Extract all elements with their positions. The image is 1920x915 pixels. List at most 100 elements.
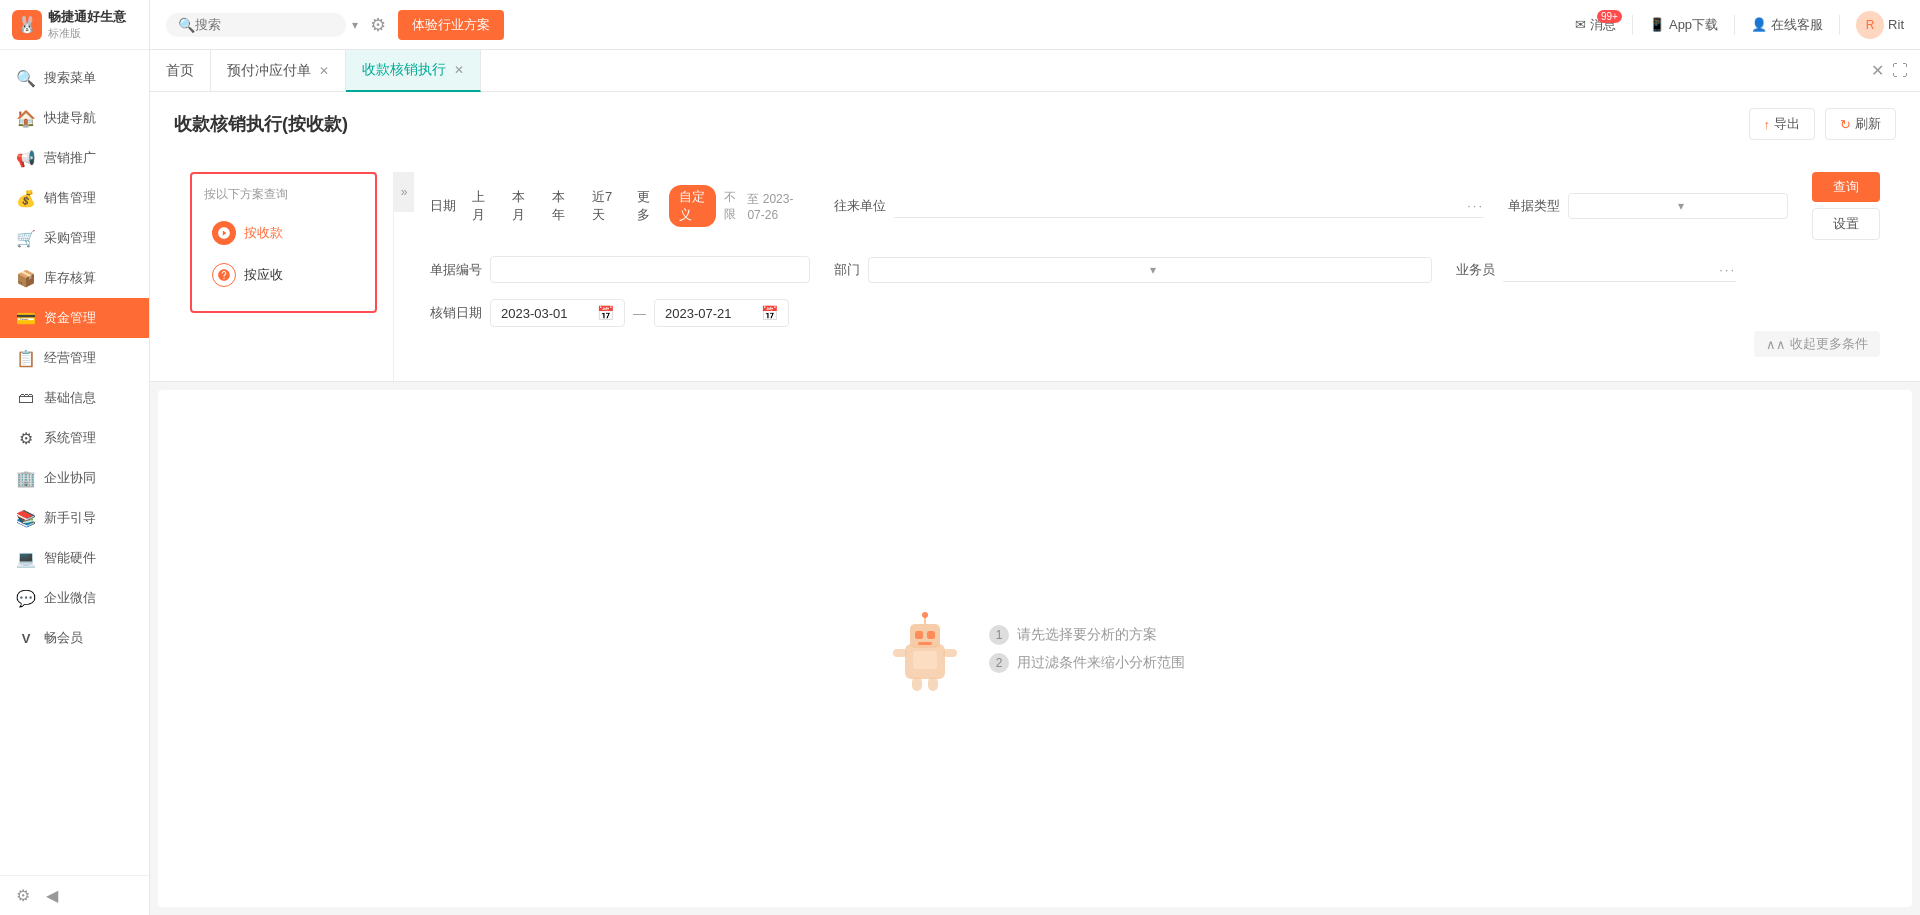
solution-button[interactable]: 体验行业方案: [398, 10, 504, 40]
calendar-end-icon[interactable]: 📅: [761, 305, 778, 321]
inventory-icon: 📦: [16, 268, 36, 288]
divider-3: [1839, 15, 1840, 35]
sidebar-item-purchase[interactable]: 🛒 采购管理: [0, 218, 149, 258]
offset-date-start-input[interactable]: [501, 306, 591, 321]
sidebar-item-system[interactable]: ⚙ 系统管理: [0, 418, 149, 458]
online-service-button[interactable]: 👤 在线客服: [1751, 16, 1823, 34]
app-download-button[interactable]: 📱 App下载: [1649, 16, 1718, 34]
date-range-text: 不限 至 2023-07-26: [724, 189, 810, 223]
staff-label: 业务员: [1456, 261, 1495, 279]
sidebar-item-search-menu[interactable]: 🔍 搜索菜单: [0, 58, 149, 98]
collapse-sidebar-icon[interactable]: ◀: [46, 886, 58, 905]
collapse-more-button[interactable]: ∧∧ 收起更多条件: [1754, 331, 1880, 357]
sidebar-item-sales[interactable]: 💰 销售管理: [0, 178, 149, 218]
sidebar-item-basic-info[interactable]: 🗃 基础信息: [0, 378, 149, 418]
sidebar-item-inventory[interactable]: 📦 库存核算: [0, 258, 149, 298]
hardware-icon: 💻: [16, 548, 36, 568]
sidebar-item-guide[interactable]: 📚 新手引导: [0, 498, 149, 538]
doc-type-field: 单据类型 ▾: [1508, 193, 1788, 219]
gear-icon[interactable]: ⚙: [370, 14, 386, 36]
search-input[interactable]: [195, 17, 315, 32]
sidebar-label-enterprise: 企业协同: [44, 469, 96, 487]
member-icon: V: [16, 628, 36, 648]
query-sidebar: 按以下方案查询 按收款 按应收: [174, 172, 394, 381]
doc-type-select[interactable]: ▾: [1568, 193, 1788, 219]
sidebar-label-wechat: 企业微信: [44, 589, 96, 607]
query-action-btns: 查询 设置: [1812, 172, 1880, 240]
header-search-box[interactable]: 🔍: [166, 13, 346, 37]
sidebar-item-wechat[interactable]: 💬 企业微信: [0, 578, 149, 618]
close-tab-icon[interactable]: ✕: [1871, 61, 1884, 80]
offset-date-label: 核销日期: [430, 304, 482, 322]
doc-type-arrow-icon: ▾: [1678, 199, 1777, 213]
dept-select[interactable]: ▾: [868, 257, 1432, 283]
date-tab-7days[interactable]: 近7天: [584, 185, 623, 227]
sidebar-label-hardware: 智能硬件: [44, 549, 96, 567]
message-button[interactable]: ✉ 消息 99+: [1575, 16, 1616, 34]
query-method-receipt[interactable]: 按收款: [204, 215, 363, 251]
sidebar-item-enterprise[interactable]: 🏢 企业协同: [0, 458, 149, 498]
tab-home[interactable]: 首页: [150, 50, 211, 92]
date-tab-more[interactable]: 更多: [629, 185, 663, 227]
svg-rect-11: [913, 651, 937, 669]
partner-more-btn[interactable]: ···: [1467, 198, 1484, 213]
tab-receipt-offset[interactable]: 收款核销执行 ✕: [346, 50, 481, 92]
enterprise-icon: 🏢: [16, 468, 36, 488]
sidebar-label-finance: 资金管理: [44, 309, 96, 327]
refresh-button[interactable]: ↻ 刷新: [1825, 108, 1896, 140]
sidebar-item-operations[interactable]: 📋 经营管理: [0, 338, 149, 378]
svg-rect-4: [918, 642, 932, 645]
staff-field: 业务员 ···: [1456, 258, 1736, 282]
doc-type-label: 单据类型: [1508, 197, 1560, 215]
offset-date-end-box[interactable]: 📅: [654, 299, 789, 327]
sidebar-item-finance[interactable]: 💳 资金管理: [0, 298, 149, 338]
collapse-up-icon: ∧∧: [1766, 337, 1786, 352]
date-tab-this-year[interactable]: 本年: [544, 185, 578, 227]
service-icon: 👤: [1751, 17, 1767, 32]
expand-tab-icon[interactable]: ⛶: [1892, 62, 1908, 80]
tab-bar: 首页 预付冲应付单 ✕ 收款核销执行 ✕ ✕ ⛶: [150, 50, 1920, 92]
doc-no-input[interactable]: [490, 256, 810, 283]
message-badge: 99+: [1597, 10, 1622, 23]
offset-date-end-input[interactable]: [665, 306, 755, 321]
tab-prepay-close-icon[interactable]: ✕: [319, 64, 329, 78]
app-icon: 📱: [1649, 17, 1665, 32]
user-profile[interactable]: R Rit: [1856, 11, 1904, 39]
date-tab-this-month[interactable]: 本月: [504, 185, 538, 227]
offset-date-start-box[interactable]: 📅: [490, 299, 625, 327]
sidebar-item-quick-nav[interactable]: 🏠 快捷导航: [0, 98, 149, 138]
partner-label: 往来单位: [834, 197, 886, 215]
query-method-receivable[interactable]: 按应收: [204, 257, 363, 293]
date-tab-custom[interactable]: 自定义: [669, 185, 716, 227]
sidebar-item-marketing[interactable]: 📢 营销推广: [0, 138, 149, 178]
dropdown-icon[interactable]: ▾: [352, 18, 358, 32]
quick-nav-icon: 🏠: [16, 108, 36, 128]
empty-state: 1 请先选择要分析的方案 2 用过滤条件来缩小分析范围: [158, 390, 1912, 907]
tab-receipt-close-icon[interactable]: ✕: [454, 63, 464, 77]
settings-button[interactable]: 设置: [1812, 208, 1880, 240]
collapse-query-btn[interactable]: »: [394, 172, 414, 212]
sidebar-label-operations: 经营管理: [44, 349, 96, 367]
sidebar-item-hardware[interactable]: 💻 智能硬件: [0, 538, 149, 578]
query-fields: 日期 上月 本月 本年 近7天 更多 自定义 不限 至: [414, 172, 1896, 381]
export-icon: ↑: [1764, 117, 1771, 132]
divider-1: [1632, 15, 1633, 35]
empty-tip-1: 1 请先选择要分析的方案: [989, 625, 1185, 645]
sidebar-item-member[interactable]: V 畅会员: [0, 618, 149, 658]
staff-more-btn[interactable]: ···: [1719, 262, 1736, 277]
export-button[interactable]: ↑ 导出: [1749, 108, 1816, 140]
calendar-start-icon[interactable]: 📅: [597, 305, 614, 321]
query-button[interactable]: 查询: [1812, 172, 1880, 202]
svg-point-6: [922, 612, 928, 618]
dept-arrow-icon: ▾: [1150, 263, 1421, 277]
query-row-3: 核销日期 📅 — 📅: [430, 299, 1880, 327]
finance-icon: 💳: [16, 308, 36, 328]
sidebar-nav: 🔍 搜索菜单 🏠 快捷导航 📢 营销推广 💰 销售管理 🛒 采购管理 📦 库存核…: [0, 50, 149, 875]
settings-bottom-icon[interactable]: ⚙: [16, 886, 30, 905]
tab-controls: ✕ ⛶: [1859, 61, 1920, 80]
search-menu-icon: 🔍: [16, 68, 36, 88]
date-tab-last-month[interactable]: 上月: [464, 185, 498, 227]
tab-prepay-offset[interactable]: 预付冲应付单 ✕: [211, 50, 346, 92]
svg-rect-7: [893, 649, 907, 657]
receivable-method-icon: [212, 263, 236, 287]
